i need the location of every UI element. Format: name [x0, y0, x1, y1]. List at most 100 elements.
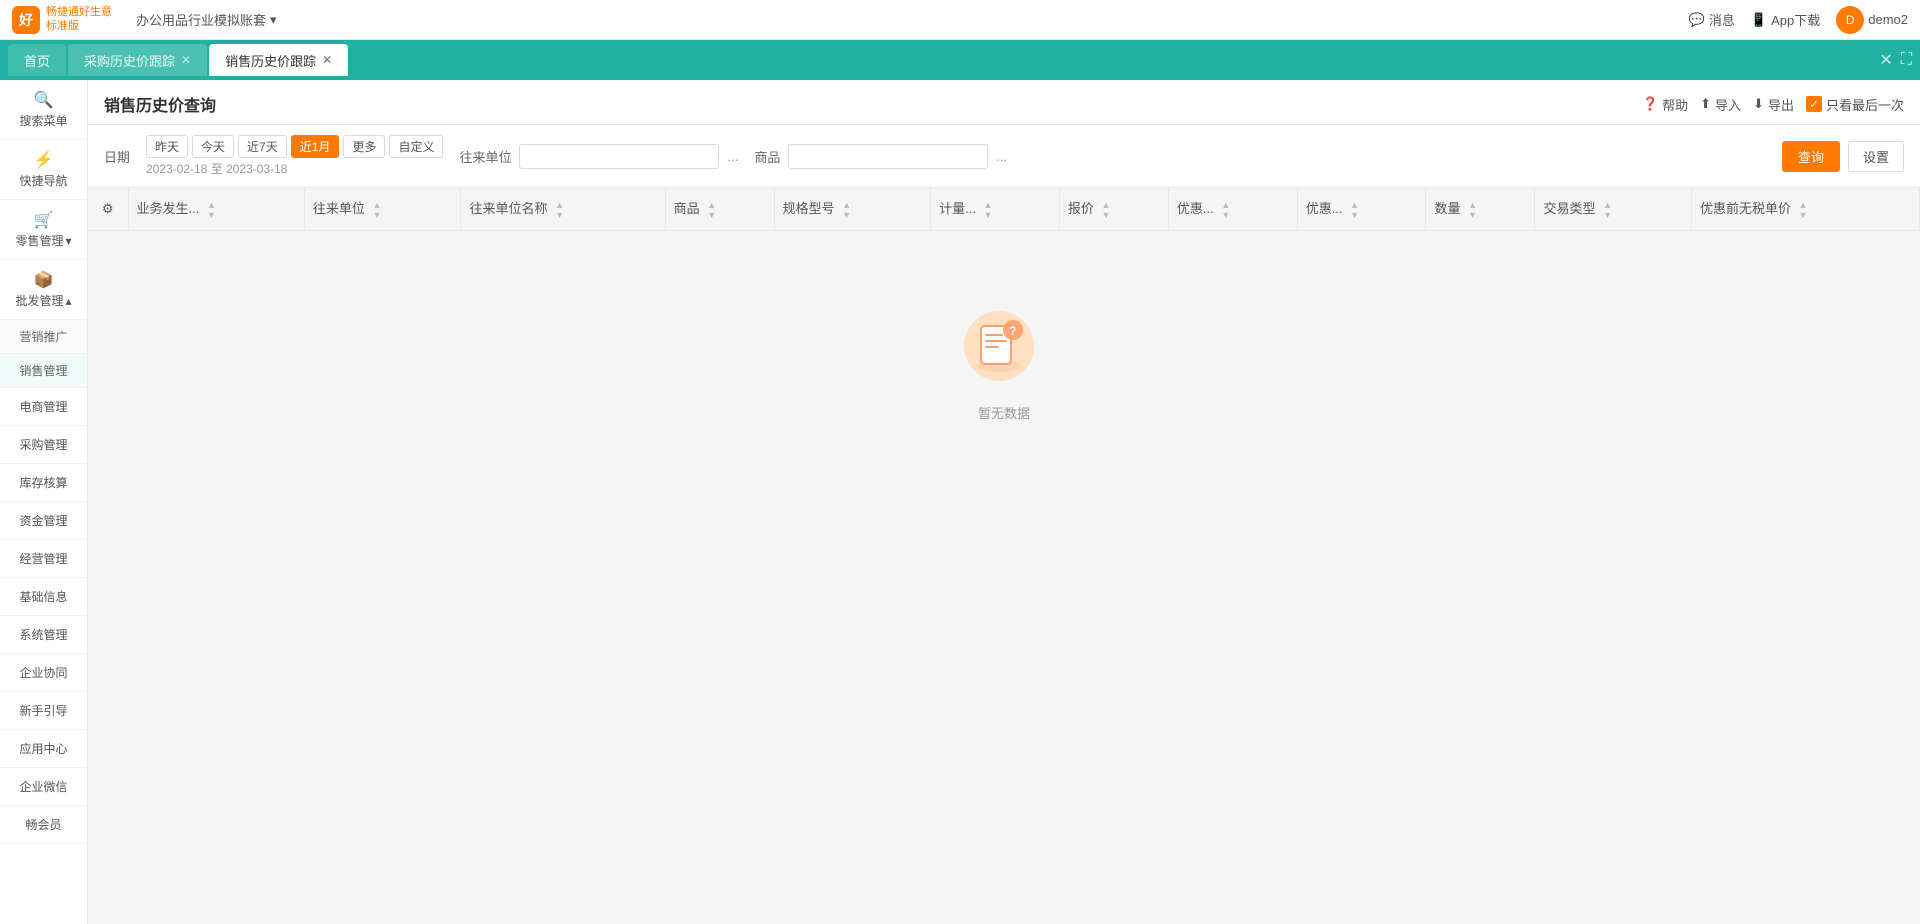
page-title: 销售历史价查询 — [104, 92, 216, 116]
date-btn-more[interactable]: 更多 — [343, 135, 385, 158]
export-button[interactable]: ⬇ 导出 — [1753, 95, 1794, 114]
tab-close-purchase[interactable]: ✕ — [181, 53, 191, 67]
trading-partner-dots[interactable]: ... — [727, 149, 738, 164]
sidebar-item-fund[interactable]: 资金管理 — [0, 502, 87, 540]
product-label: 商品 — [754, 147, 780, 166]
sort-arrows-trading-unit: ▲▼ — [373, 200, 382, 220]
checkbox-checked-icon: ✓ — [1806, 96, 1822, 112]
sort-arrows-spec: ▲▼ — [842, 200, 851, 220]
product-field: 商品 ... — [754, 144, 1007, 169]
sidebar-item-quick-nav[interactable]: ⚡ 快捷导航 — [0, 140, 87, 200]
setting-button[interactable]: 设置 — [1848, 141, 1904, 172]
product-input[interactable] — [788, 144, 988, 169]
only-latest-toggle[interactable]: ✓ 只看最后一次 — [1806, 95, 1904, 114]
sort-arrows-product: ▲▼ — [707, 200, 716, 220]
date-filter-block: 昨天 今天 近7天 近1月 更多 自定义 2023-02-18 至 2023-0… — [146, 135, 443, 177]
app-selector[interactable]: 办公用品行业模拟账套 ▾ — [136, 10, 277, 29]
col-trading-unit-name[interactable]: 往来单位名称 ▲▼ — [461, 188, 665, 230]
logo-area: 好 畅捷通好生意 标准版 — [12, 6, 112, 34]
filter-bar: 日期 昨天 今天 近7天 近1月 更多 自定义 2023-02-18 至 202… — [88, 125, 1920, 188]
wholesale-submenu: 营销推广 销售管理 — [0, 320, 87, 388]
date-btn-1month[interactable]: 近1月 — [291, 135, 340, 158]
tab-close-sales[interactable]: ✕ — [322, 53, 332, 67]
col-spec[interactable]: 规格型号 ▲▼ — [774, 188, 931, 230]
main-layout: 🔍 搜索菜单 ⚡ 快捷导航 🛒 零售管理 ▾ 📦 批发管理 ▴ 营销推广 — [0, 80, 1920, 924]
col-pre-discount-price[interactable]: 优惠前无税单价 ▲▼ — [1692, 188, 1920, 230]
message-icon: 💬 — [1689, 12, 1705, 28]
import-icon: ⬆ — [1700, 96, 1711, 112]
tab-purchase-history[interactable]: 采购历史价跟踪 ✕ — [68, 44, 207, 76]
sort-arrows-biz-date: ▲▼ — [207, 200, 216, 220]
sidebar-item-ecommerce[interactable]: 电商管理 — [0, 388, 87, 426]
sort-arrows-trade-type: ▲▼ — [1603, 200, 1612, 220]
col-discount2[interactable]: 优惠... ▲▼ — [1297, 188, 1426, 230]
sidebar-item-member[interactable]: 畅会员 — [0, 806, 87, 844]
col-discount1[interactable]: 优惠... ▲▼ — [1168, 188, 1297, 230]
help-button[interactable]: ❓ 帮助 — [1642, 95, 1688, 114]
sidebar-item-retail-mgmt[interactable]: 🛒 零售管理 ▾ — [0, 200, 87, 260]
col-product[interactable]: 商品 ▲▼ — [665, 188, 774, 230]
sidebar-item-basic-info[interactable]: 基础信息 — [0, 578, 87, 616]
lightning-icon: ⚡ — [4, 150, 83, 170]
sidebar-item-wholesale-mgmt[interactable]: 📦 批发管理 ▴ — [0, 260, 87, 320]
tab-sales-history[interactable]: 销售历史价跟踪 ✕ — [209, 44, 348, 76]
tab-bar: 首页 采购历史价跟踪 ✕ 销售历史价跟踪 ✕ ✕ ⛶ — [0, 40, 1920, 80]
user-menu[interactable]: D demo2 — [1836, 6, 1908, 34]
expand-window-icon[interactable]: ⛶ — [1901, 51, 1912, 69]
sidebar-item-collab[interactable]: 企业协同 — [0, 654, 87, 692]
col-trade-type[interactable]: 交易类型 ▲▼ — [1535, 188, 1692, 230]
col-trading-unit[interactable]: 往来单位 ▲▼ — [304, 188, 461, 230]
empty-image: ? — [964, 311, 1044, 391]
date-range-display: 2023-02-18 至 2023-03-18 — [146, 160, 443, 177]
date-buttons: 昨天 今天 近7天 近1月 更多 自定义 — [146, 135, 443, 158]
date-btn-custom[interactable]: 自定义 — [389, 135, 443, 158]
search-icon: 🔍 — [4, 90, 83, 110]
top-header: 好 畅捷通好生意 标准版 办公用品行业模拟账套 ▾ 💬 消息 📱 App下载 D… — [0, 0, 1920, 40]
data-table: ⚙ 业务发生... ▲▼ 往来单位 ▲▼ 往来单位名称 ▲▼ — [88, 188, 1920, 231]
date-btn-yesterday[interactable]: 昨天 — [146, 135, 188, 158]
col-quote[interactable]: 报价 ▲▼ — [1059, 188, 1168, 230]
app-download-button[interactable]: 📱 App下载 — [1751, 10, 1820, 29]
cart-icon: 🛒 — [4, 210, 83, 230]
header-right: 💬 消息 📱 App下载 D demo2 — [1689, 6, 1908, 34]
export-icon: ⬇ — [1753, 96, 1764, 112]
svg-text:?: ? — [1009, 324, 1016, 338]
product-dots[interactable]: ... — [996, 149, 1007, 164]
chevron-down-icon: ▾ — [65, 234, 71, 248]
content-area: 销售历史价查询 ❓ 帮助 ⬆ 导入 ⬇ 导出 ✓ 只看最后一次 — [88, 80, 1920, 924]
sidebar-item-enterprise-wechat[interactable]: 企业微信 — [0, 768, 87, 806]
col-settings[interactable]: ⚙ — [88, 188, 128, 230]
close-window-icon[interactable]: ✕ — [1879, 50, 1892, 70]
message-button[interactable]: 💬 消息 — [1689, 10, 1735, 29]
sidebar-item-operation[interactable]: 经营管理 — [0, 540, 87, 578]
sort-arrows-quantity: ▲▼ — [1468, 200, 1477, 220]
chevron-down-icon: ▾ — [270, 12, 277, 28]
query-button[interactable]: 查询 — [1782, 141, 1840, 172]
col-quantity[interactable]: 数量 ▲▼ — [1426, 188, 1535, 230]
col-unit[interactable]: 计量... ▲▼ — [931, 188, 1060, 230]
sort-arrows-pre-discount: ▲▼ — [1799, 200, 1808, 220]
table-empty-state: ? 暂无数据 — [88, 231, 1920, 502]
sidebar-item-sales-mgmt[interactable]: 销售管理 — [0, 354, 87, 388]
sidebar-item-inventory[interactable]: 库存核算 — [0, 464, 87, 502]
sidebar-item-app-center[interactable]: 应用中心 — [0, 730, 87, 768]
sidebar-item-purchase[interactable]: 采购管理 — [0, 426, 87, 464]
page-actions: ❓ 帮助 ⬆ 导入 ⬇ 导出 ✓ 只看最后一次 — [1642, 95, 1904, 114]
filter-actions: 查询 设置 — [1782, 141, 1904, 172]
col-biz-date[interactable]: 业务发生... ▲▼ — [128, 188, 304, 230]
sidebar-item-system[interactable]: 系统管理 — [0, 616, 87, 654]
trading-partner-input[interactable] — [519, 144, 719, 169]
sidebar-item-search-menu[interactable]: 🔍 搜索菜单 — [0, 80, 87, 140]
sidebar-item-guide[interactable]: 新手引导 — [0, 692, 87, 730]
tab-home[interactable]: 首页 — [8, 44, 66, 76]
header-left: 好 畅捷通好生意 标准版 办公用品行业模拟账套 ▾ — [12, 6, 277, 34]
sidebar-item-marketing[interactable]: 营销推广 — [0, 320, 87, 354]
logo-icon: 好 — [12, 6, 40, 34]
sort-arrows-trading-unit-name: ▲▼ — [555, 200, 564, 220]
date-btn-7days[interactable]: 近7天 — [238, 135, 287, 158]
empty-text-label: 暂无数据 — [978, 403, 1030, 422]
import-button[interactable]: ⬆ 导入 — [1700, 95, 1741, 114]
date-btn-today[interactable]: 今天 — [192, 135, 234, 158]
chevron-up-icon: ▴ — [65, 294, 71, 308]
table-header-row: ⚙ 业务发生... ▲▼ 往来单位 ▲▼ 往来单位名称 ▲▼ — [88, 188, 1920, 230]
